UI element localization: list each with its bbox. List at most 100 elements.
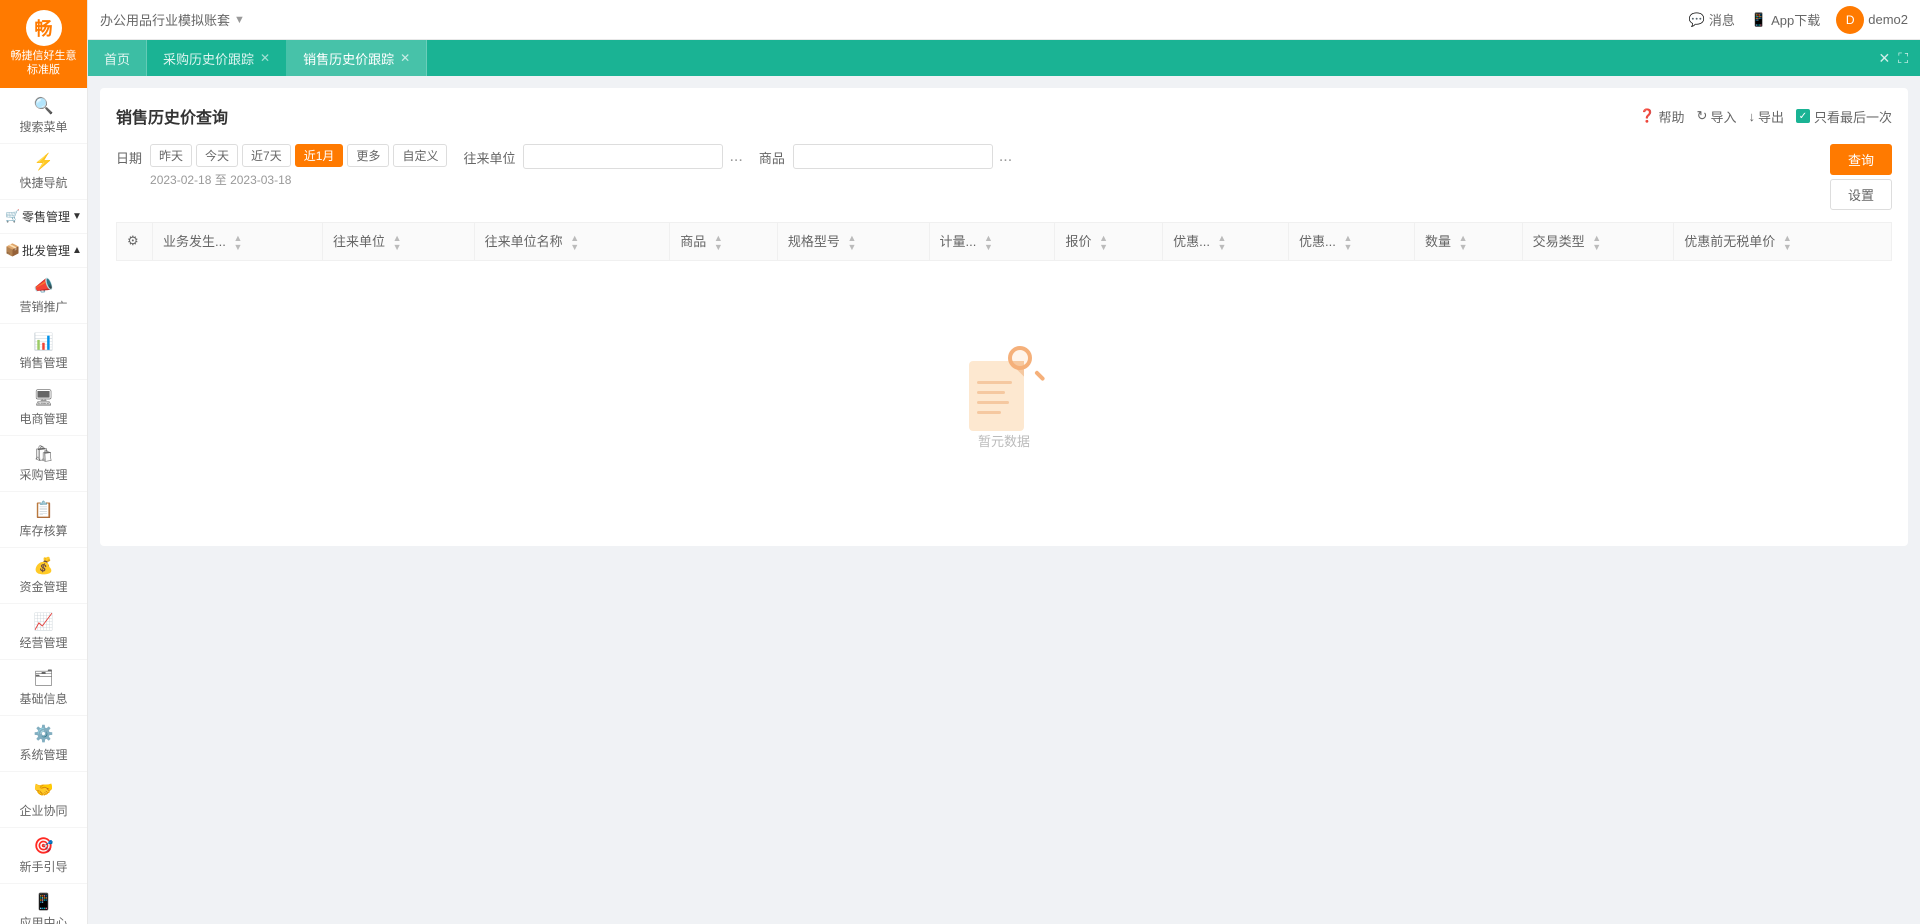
sort-icon: ▲▼ (570, 234, 579, 252)
date-btn-7days[interactable]: 近7天 (242, 144, 291, 167)
partner-input-group: ... (523, 144, 742, 169)
table-body: 暂元数据 (117, 260, 1892, 530)
date-btn-yesterday[interactable]: 昨天 (150, 144, 192, 167)
doc-line-2 (977, 391, 1005, 394)
col-biz-date[interactable]: 业务发生... ▲▼ (153, 223, 323, 261)
col-partner-name[interactable]: 往来单位名称 ▲▼ (474, 223, 670, 261)
sidebar-item-label: 基础信息 (4, 690, 83, 707)
table-settings-icon[interactable]: ⚙ (127, 233, 139, 248)
inventory-icon: 📋 (4, 500, 83, 520)
sales-history-tab-label: 销售历史价跟踪 (303, 49, 394, 68)
col-spec[interactable]: 规格型号 ▲▼ (777, 223, 929, 261)
date-btn-custom[interactable]: 自定义 (393, 144, 447, 167)
page-content: 销售历史价查询 ❓ 帮助 ↻ 导入 ↓ 导出 ✓ (88, 76, 1920, 924)
col-quote-price[interactable]: 报价 ▲▼ (1055, 223, 1163, 261)
date-filter-buttons: 昨天 今天 近7天 近1月 更多 自定义 2023-02-18 至 2023-0… (150, 144, 447, 188)
sidebar-item-corp[interactable]: 🤝 企业协同 (0, 772, 87, 828)
col-goods[interactable]: 商品 ▲▼ (670, 223, 778, 261)
tab-purchase-history[interactable]: 采购历史价跟踪 ✕ (147, 40, 287, 76)
export-button[interactable]: ↓ 导出 (1748, 107, 1784, 126)
only-last-checkbox[interactable]: ✓ 只看最后一次 (1796, 107, 1892, 126)
sidebar-item-system[interactable]: ⚙️ 系统管理 (0, 716, 87, 772)
sidebar-item-basic[interactable]: 🗂 基础信息 (0, 660, 87, 716)
chevron-down-icon: ▼ (72, 211, 82, 222)
empty-text: 暂元数据 (978, 431, 1030, 450)
col-unit[interactable]: 计量... ▲▼ (929, 223, 1055, 261)
sidebar-item-quick-nav[interactable]: ⚡ 快捷导航 (0, 144, 87, 200)
page-title-row: 销售历史价查询 ❓ 帮助 ↻ 导入 ↓ 导出 ✓ (116, 104, 1892, 128)
sidebar-item-sales-mgmt[interactable]: 📊 销售管理 (0, 324, 87, 380)
doc-line-4 (977, 411, 1001, 414)
sidebar-item-ecom[interactable]: 🖥 电商管理 (0, 380, 87, 436)
user-action[interactable]: D demo2 (1836, 6, 1908, 34)
settings-button[interactable]: 设置 (1830, 179, 1892, 210)
filter-row: 日期 昨天 今天 近7天 近1月 更多 自定义 2023-02-18 至 202… (116, 144, 1892, 210)
purchase-history-tab-label: 采购历史价跟踪 (163, 49, 254, 68)
table-header-row: ⚙ 业务发生... ▲▼ 往来单位 ▲▼ 往来单位名称 ▲▼ 商品 ▲▼ (117, 223, 1892, 261)
sidebar-item-purchase[interactable]: 🛍 采购管理 (0, 436, 87, 492)
tab-close-all-button[interactable]: ✕ (1878, 50, 1890, 67)
sidebar-item-label: 系统管理 (4, 746, 83, 763)
date-filter-group: 日期 昨天 今天 近7天 近1月 更多 自定义 2023-02-18 至 202… (116, 144, 447, 188)
apps-icon: 📱 (4, 892, 83, 912)
tab-close-sales[interactable]: ✕ (400, 51, 410, 65)
only-last-label: 只看最后一次 (1814, 107, 1892, 126)
col-partner-code[interactable]: 往来单位 ▲▼ (322, 223, 474, 261)
date-btn-more[interactable]: 更多 (347, 144, 389, 167)
app-download-action[interactable]: 📱 App下载 (1751, 10, 1820, 29)
col-discount2[interactable]: 优惠... ▲▼ (1289, 223, 1415, 261)
date-btn-today[interactable]: 今天 (196, 144, 238, 167)
sidebar-item-ops[interactable]: 📈 经营管理 (0, 604, 87, 660)
sidebar-item-label: 资金管理 (4, 578, 83, 595)
goods-filter-label: 商品 (759, 144, 785, 167)
col-trade-type[interactable]: 交易类型 ▲▼ (1522, 223, 1674, 261)
home-tab-label: 首页 (104, 49, 130, 68)
date-btn-1month[interactable]: 近1月 (295, 144, 344, 167)
app-selector[interactable]: 办公用品行业模拟账套 ▼ (100, 10, 245, 29)
sidebar-item-newbie[interactable]: 🎯 新手引导 (0, 828, 87, 884)
sidebar-item-inventory[interactable]: 📋 库存核算 (0, 492, 87, 548)
help-button[interactable]: ❓ 帮助 (1639, 107, 1684, 126)
message-action[interactable]: 💬 消息 (1689, 10, 1735, 29)
export-icon: ↓ (1748, 109, 1755, 124)
sidebar-item-search[interactable]: 🔍 搜索菜单 (0, 88, 87, 144)
sort-icon: ▲▼ (233, 234, 242, 252)
tabs-bar: 首页 采购历史价跟踪 ✕ 销售历史价跟踪 ✕ ✕ ⛶ (88, 40, 1920, 76)
col-no-tax-price[interactable]: 优惠前无税单价 ▲▼ (1674, 223, 1892, 261)
sidebar-item-apps[interactable]: 📱 应用中心 (0, 884, 87, 924)
sidebar-item-retail[interactable]: 🛒 零售管理 ▼ (0, 200, 87, 234)
partner-input[interactable] (523, 144, 723, 169)
sidebar-item-label: 营销推广 (4, 298, 83, 315)
col-discount1[interactable]: 优惠... ▲▼ (1163, 223, 1289, 261)
sidebar-item-label: 批发管理 (22, 242, 70, 259)
query-button[interactable]: 查询 (1830, 144, 1892, 175)
sort-icon: ▲▼ (714, 234, 723, 252)
tab-sales-history[interactable]: 销售历史价跟踪 ✕ (287, 40, 427, 76)
basic-icon: 🗂 (4, 668, 83, 688)
col-settings: ⚙ (117, 223, 153, 261)
goods-dots-button[interactable]: ... (999, 148, 1012, 166)
sidebar-item-label: 快捷导航 (4, 174, 83, 191)
corp-icon: 🤝 (4, 780, 83, 800)
tab-close-purchase[interactable]: ✕ (260, 51, 270, 65)
col-qty[interactable]: 数量 ▲▼ (1415, 223, 1523, 261)
sidebar-item-label: 零售管理 (22, 208, 70, 225)
sidebar-item-finance[interactable]: 💰 资金管理 (0, 548, 87, 604)
header-left: 办公用品行业模拟账套 ▼ (100, 10, 245, 29)
date-btn-row: 昨天 今天 近7天 近1月 更多 自定义 (150, 144, 447, 167)
import-button[interactable]: ↻ 导入 (1697, 107, 1737, 126)
sidebar-item-marketing[interactable]: 📣 营销推广 (0, 268, 87, 324)
table-header: ⚙ 业务发生... ▲▼ 往来单位 ▲▼ 往来单位名称 ▲▼ 商品 ▲▼ (117, 223, 1892, 261)
tab-maximize-button[interactable]: ⛶ (1898, 50, 1908, 67)
page-actions: ❓ 帮助 ↻ 导入 ↓ 导出 ✓ 只看最后一次 (1639, 107, 1892, 126)
sidebar-item-label: 新手引导 (4, 858, 83, 875)
tab-home[interactable]: 首页 (88, 40, 147, 76)
sort-icon: ▲▼ (1459, 234, 1468, 252)
sidebar-item-label: 采购管理 (4, 466, 83, 483)
help-label: 帮助 (1659, 107, 1685, 126)
partner-dots-button[interactable]: ... (729, 148, 742, 166)
sidebar-logo[interactable]: 畅 畅捷信好生意 标准版 (0, 0, 87, 88)
sidebar-item-label: 搜索菜单 (4, 118, 83, 135)
goods-input[interactable] (793, 144, 993, 169)
sidebar-item-wholesale[interactable]: 📦 批发管理 ▲ (0, 234, 87, 268)
